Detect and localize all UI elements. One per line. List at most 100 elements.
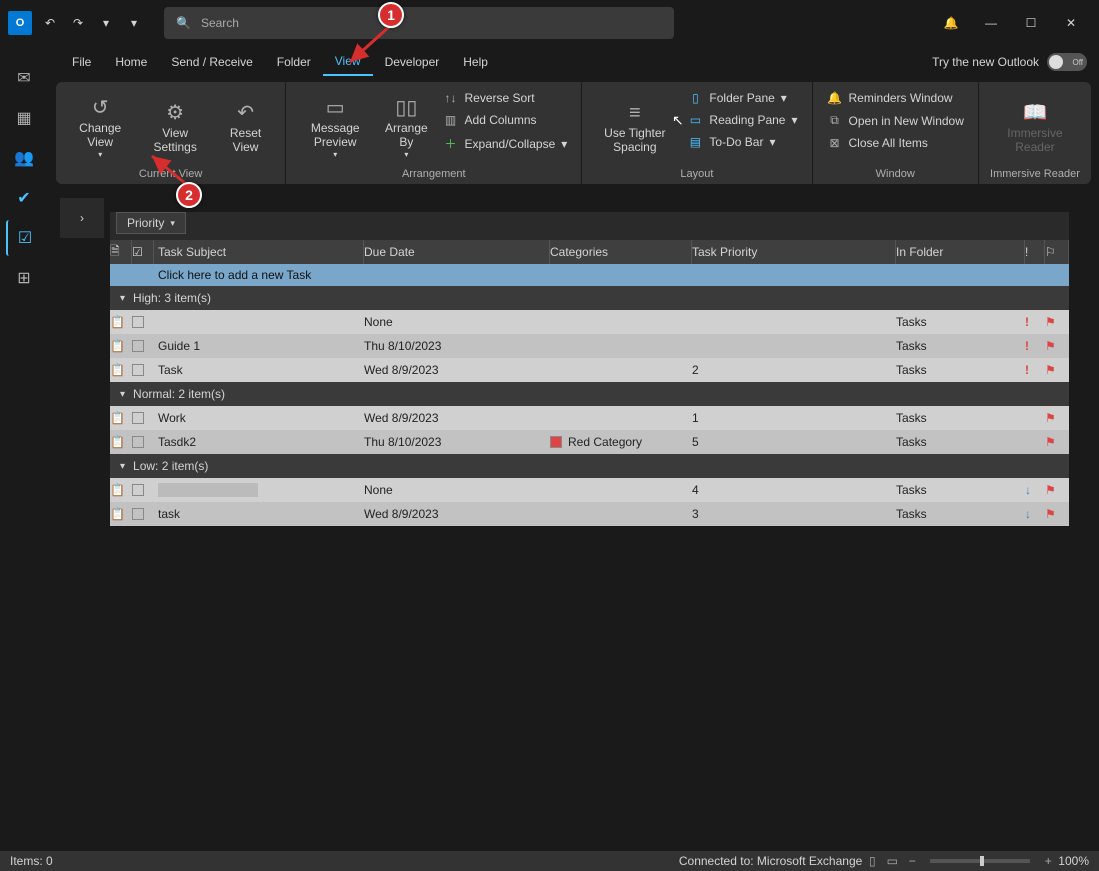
view-normal-icon[interactable]: ▯ xyxy=(862,854,882,868)
col-importance-header[interactable]: ! xyxy=(1025,240,1045,264)
task-type-icon: 📋 xyxy=(110,406,132,430)
table-row[interactable]: 📋TaskWed 8/9/20232Tasks!⚑ xyxy=(110,358,1069,382)
zoom-slider[interactable] xyxy=(930,859,1030,863)
qa-customize-icon[interactable]: ▾ xyxy=(120,9,148,37)
open-new-window-button[interactable]: ⧉Open in New Window xyxy=(821,110,970,131)
task-due: Thu 8/10/2023 xyxy=(364,430,550,454)
change-view-button[interactable]: ↺Change View▾ xyxy=(64,86,136,168)
col-cat-header[interactable]: Categories xyxy=(550,240,692,264)
reverse-sort-button[interactable]: ↑↓Reverse Sort xyxy=(437,88,574,108)
task-category xyxy=(550,502,692,526)
search-box[interactable]: 🔍 Search xyxy=(164,7,674,39)
task-type-icon: 📋 xyxy=(110,358,132,382)
task-subject: task xyxy=(154,502,364,526)
task-folder: Tasks xyxy=(896,430,1025,454)
arrange-by-button[interactable]: ▯▯Arrange By▾ xyxy=(378,86,434,168)
group-header[interactable]: ▾High: 3 item(s) xyxy=(110,286,1069,310)
task-checkbox[interactable] xyxy=(132,436,144,448)
reset-view-button[interactable]: ↶Reset View xyxy=(214,86,277,168)
col-folder-header[interactable]: In Folder xyxy=(896,240,1025,264)
task-checkbox[interactable] xyxy=(132,316,144,328)
col-icon-header[interactable]: 🗎 xyxy=(110,240,132,264)
flag-icon[interactable]: ⚑ xyxy=(1045,363,1056,377)
redo-icon[interactable]: ↷ xyxy=(64,9,92,37)
close-icon[interactable]: ✕ xyxy=(1051,8,1091,38)
task-folder: Tasks xyxy=(896,334,1025,358)
todo-bar-button[interactable]: ▤To-Do Bar ▾ xyxy=(681,132,803,152)
table-row[interactable]: 📋WorkWed 8/9/20231Tasks⚑ xyxy=(110,406,1069,430)
maximize-icon[interactable]: ☐ xyxy=(1011,8,1051,38)
zoom-out-icon[interactable]: − xyxy=(902,854,922,868)
qa-dropdown-icon[interactable]: ▾ xyxy=(92,9,120,37)
group-header[interactable]: ▾Normal: 2 item(s) xyxy=(110,382,1069,406)
menu-home[interactable]: Home xyxy=(103,49,159,75)
task-checkbox[interactable] xyxy=(132,340,144,352)
col-check-header[interactable]: ☑ xyxy=(132,240,154,264)
flag-icon[interactable]: ⚑ xyxy=(1045,435,1056,449)
task-due: Thu 8/10/2023 xyxy=(364,334,550,358)
task-type-icon: 📋 xyxy=(110,310,132,334)
chevron-down-icon: ▾ xyxy=(120,461,125,472)
task-category xyxy=(550,310,692,334)
task-checkbox[interactable] xyxy=(132,412,144,424)
nav-mail-icon[interactable]: ✉ xyxy=(6,60,42,96)
view-reading-icon[interactable]: ▭ xyxy=(882,854,902,868)
group-label: Low: 2 item(s) xyxy=(133,459,208,473)
nav-more-icon[interactable]: ⊞ xyxy=(6,260,42,296)
nav-tasks-icon[interactable]: ☑ xyxy=(6,220,42,256)
search-placeholder: Search xyxy=(201,16,239,30)
nav-people-icon[interactable]: 👥 xyxy=(6,140,42,176)
table-row[interactable]: 📋taskWed 8/9/20233Tasks↓⚑ xyxy=(110,502,1069,526)
menu-file[interactable]: File xyxy=(60,49,103,75)
add-columns-button[interactable]: ▥Add Columns xyxy=(437,110,574,130)
flag-icon[interactable]: ⚑ xyxy=(1045,411,1056,425)
col-priority-header[interactable]: Task Priority xyxy=(692,240,896,264)
reading-pane-button[interactable]: ▭Reading Pane ▾ xyxy=(681,110,803,130)
task-type-icon: 📋 xyxy=(110,334,132,358)
expand-collapse-button[interactable]: ＋Expand/Collapse ▾ xyxy=(437,132,574,155)
flag-icon[interactable]: ⚑ xyxy=(1045,507,1056,521)
message-preview-button[interactable]: ▭Message Preview▾ xyxy=(294,86,376,168)
flag-icon[interactable]: ⚑ xyxy=(1045,483,1056,497)
table-row[interactable]: 📋None4Tasks↓⚑ xyxy=(110,478,1069,502)
task-subject: Task xyxy=(154,358,364,382)
task-due: Wed 8/9/2023 xyxy=(364,358,550,382)
col-due-header[interactable]: Due Date xyxy=(364,240,550,264)
task-checkbox[interactable] xyxy=(132,484,144,496)
notification-icon[interactable]: 🔔 xyxy=(931,8,971,38)
new-task-row[interactable]: Click here to add a new Task xyxy=(110,264,1069,286)
category-swatch xyxy=(550,436,562,448)
menu-folder[interactable]: Folder xyxy=(265,49,323,75)
table-row[interactable]: 📋Tasdk2Thu 8/10/2023Red Category5Tasks⚑ xyxy=(110,430,1069,454)
importance-low-icon: ↓ xyxy=(1025,507,1031,521)
col-subject-header[interactable]: Task Subject xyxy=(154,240,364,264)
group-header[interactable]: ▾ Low: 2 item(s) xyxy=(110,454,1069,478)
task-subject xyxy=(154,478,364,502)
grid-header: 🗎 ☑ Task Subject Due Date Categories Tas… xyxy=(110,240,1069,264)
task-priority: 1 xyxy=(692,406,896,430)
flag-icon[interactable]: ⚑ xyxy=(1045,339,1056,353)
group-label: Normal: 2 item(s) xyxy=(133,387,225,401)
close-all-items-button[interactable]: ⊠Close All Items xyxy=(821,133,970,153)
folder-pane-button[interactable]: ▯Folder Pane ▾ xyxy=(681,88,803,108)
task-checkbox[interactable] xyxy=(132,508,144,520)
menu-send-receive[interactable]: Send / Receive xyxy=(159,49,264,75)
try-new-toggle[interactable]: Off xyxy=(1047,53,1087,71)
col-flag-header[interactable]: ⚐ xyxy=(1045,240,1069,264)
use-tighter-spacing-button[interactable]: ≡Use Tighter Spacing xyxy=(590,86,679,168)
reminders-window-button[interactable]: 🔔Reminders Window xyxy=(821,88,970,108)
table-row[interactable]: 📋Guide 1Thu 8/10/2023Tasks!⚑ xyxy=(110,334,1069,358)
menu-help[interactable]: Help xyxy=(451,49,500,75)
nav-calendar-icon[interactable]: ▦ xyxy=(6,100,42,136)
priority-filter-chip[interactable]: Priority ▾ xyxy=(116,212,186,234)
flag-icon[interactable]: ⚑ xyxy=(1045,315,1056,329)
menu-bar: File Home Send / Receive Folder View Dev… xyxy=(0,46,1099,78)
task-checkbox[interactable] xyxy=(132,364,144,376)
expand-pane-button[interactable]: › xyxy=(60,198,104,238)
importance-low-icon: ↓ xyxy=(1025,483,1031,497)
table-row[interactable]: 📋NoneTasks!⚑ xyxy=(110,310,1069,334)
status-connected: Connected to: Microsoft Exchange xyxy=(679,854,862,868)
zoom-in-icon[interactable]: + xyxy=(1038,854,1058,868)
minimize-icon[interactable]: — xyxy=(971,8,1011,38)
nav-check-icon[interactable]: ✔ xyxy=(6,180,42,216)
